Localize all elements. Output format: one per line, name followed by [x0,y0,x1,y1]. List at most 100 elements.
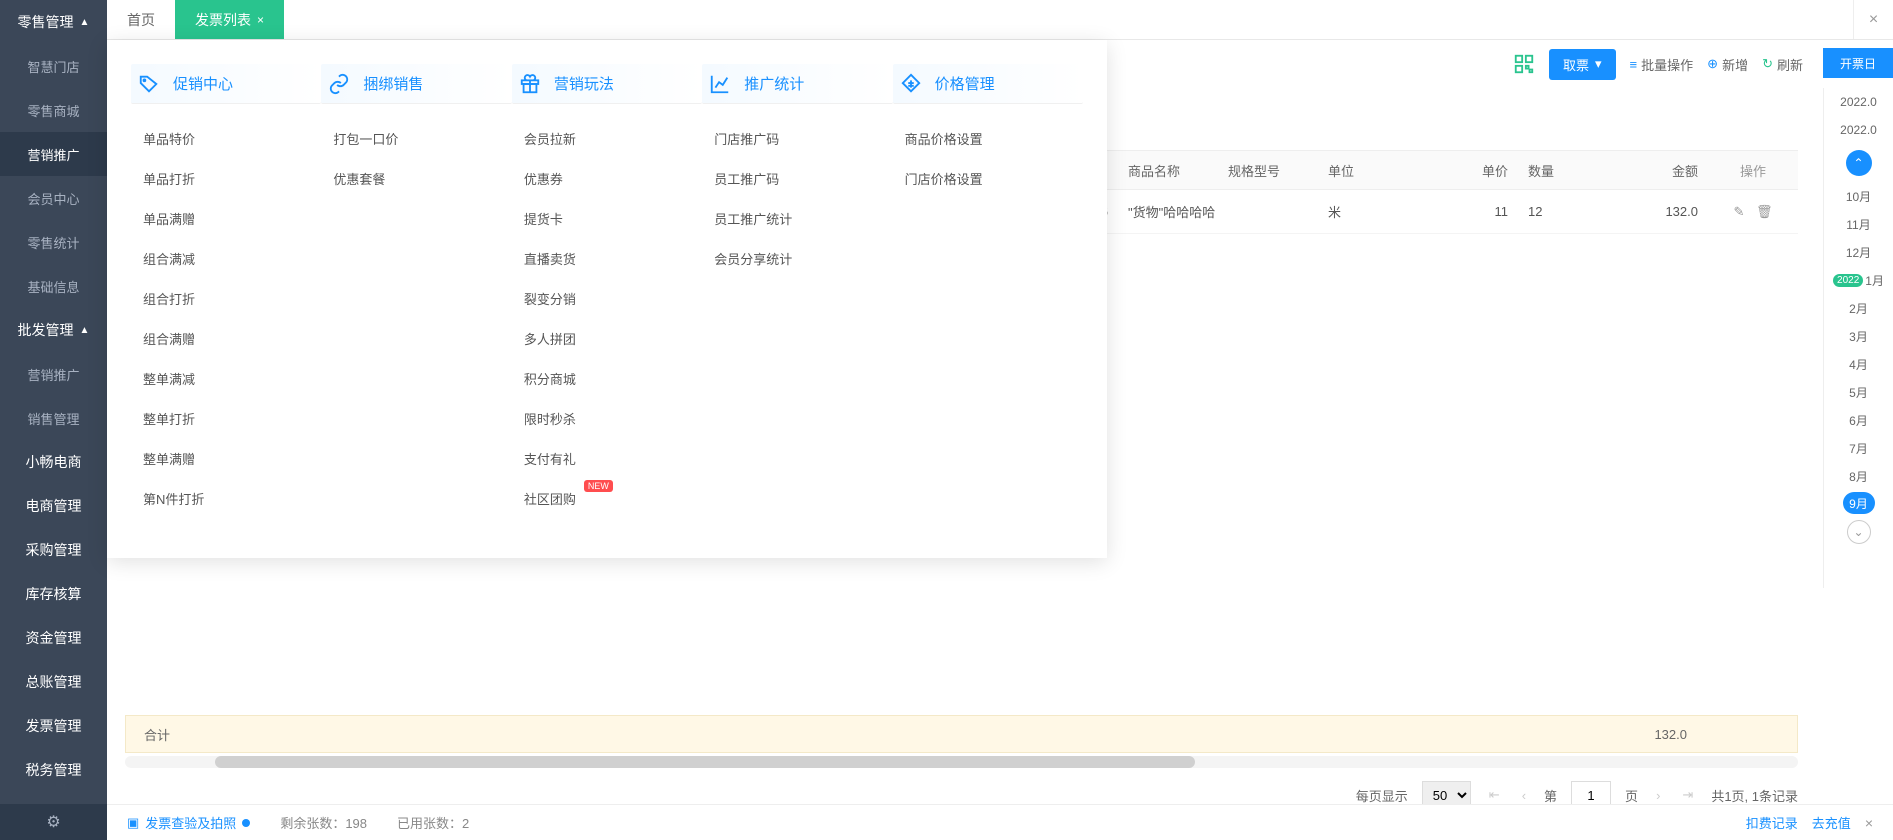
marketing-mega-menu: 促销中心 单品特价 单品打折 单品满赠 组合满减 组合打折 组合满赠 整单满减 … [107,40,1107,558]
mega-item[interactable]: 组合满减 [131,238,321,278]
fetch-invoice-button[interactable]: 取票▾ [1549,49,1616,80]
timeline-month[interactable]: 2月 [1824,294,1893,322]
sidebar-group-ecommerce-xc[interactable]: 小畅电商 [0,440,107,484]
mega-item[interactable]: 会员拉新 [512,118,702,158]
mega-item[interactable]: 第N件打折 [131,478,321,518]
timeline-month[interactable]: 3月 [1824,322,1893,350]
cell-amount: 132.0 [1618,204,1708,219]
tab-home[interactable]: 首页 [107,0,175,39]
close-all-tabs[interactable]: × [1853,0,1893,39]
caret-up-icon: ▲ [80,325,90,336]
scroll-down-icon[interactable]: ⌄ [1847,520,1871,544]
mega-item[interactable]: 组合打折 [131,278,321,318]
cell-price: 11 [1408,204,1518,219]
sidebar-item-retail-stats[interactable]: 零售统计 [0,220,107,264]
mega-item[interactable]: 整单打折 [131,398,321,438]
mega-item[interactable]: 社区团购NEW [512,478,702,518]
sidebar-group-invoice[interactable]: 发票管理 [0,704,107,748]
sidebar-group-wholesale[interactable]: 批发管理▲ [0,308,107,352]
close-icon[interactable]: × [257,13,264,27]
sidebar-item-marketing[interactable]: 营销推广 [0,132,107,176]
sidebar-group-ledger[interactable]: 总账管理 [0,660,107,704]
sidebar-group-funds[interactable]: 资金管理 [0,616,107,660]
last-page-icon[interactable]: ⇥ [1678,787,1697,803]
col-spec: 规格型号 [1218,161,1318,180]
sidebar-item-sales-mgmt[interactable]: 销售管理 [0,396,107,440]
mega-col-play: 营销玩法 会员拉新 优惠券 提货卡 直播卖货 裂变分销 多人拼团 积分商城 限时… [512,64,702,518]
sidebar-item-member-center[interactable]: 会员中心 [0,176,107,220]
sidebar-group-purchase[interactable]: 采购管理 [0,528,107,572]
gear-icon: ⚙ [46,812,60,832]
scrollbar-thumb[interactable] [215,756,1195,768]
timeline-month[interactable]: 6月 [1824,406,1893,434]
sidebar-item-basic-info[interactable]: 基础信息 [0,264,107,308]
batch-ops-button[interactable]: ≡批量操作 [1630,55,1694,74]
mega-item[interactable]: 门店推广码 [702,118,892,158]
mega-item[interactable]: 打包一口价 [321,118,511,158]
new-button[interactable]: ⊕新增 [1707,55,1748,74]
mega-item[interactable]: 单品特价 [131,118,321,158]
mega-item[interactable]: 直播卖货 [512,238,702,278]
delete-icon[interactable]: 🗑 [1756,204,1773,219]
mega-item[interactable]: 会员分享统计 [702,238,892,278]
mega-item[interactable]: 限时秒杀 [512,398,702,438]
refresh-button[interactable]: ↻刷新 [1762,55,1803,74]
mega-item[interactable]: 优惠套餐 [321,158,511,198]
sidebar-group-tax[interactable]: 税务管理 [0,748,107,792]
timeline-item[interactable]: 2022.0 [1824,116,1893,144]
mega-item[interactable]: 员工推广码 [702,158,892,198]
timeline-month[interactable]: 12月 [1824,238,1893,266]
caret-up-icon: ▲ [80,17,90,28]
timeline-month[interactable]: 7月 [1824,434,1893,462]
sidebar-group-retail[interactable]: 零售管理▲ [0,0,107,44]
timeline-month[interactable]: 10月 [1824,182,1893,210]
sidebar-item-wholesale-marketing[interactable]: 营销推广 [0,352,107,396]
timeline-month-active[interactable]: 9月 [1843,492,1875,514]
sidebar-settings[interactable]: ⚙ [0,804,107,840]
mega-item[interactable]: 门店价格设置 [893,158,1083,198]
horizontal-scrollbar[interactable] [125,756,1798,768]
timeline-year-month[interactable]: 20221月 [1824,266,1893,294]
mega-item[interactable]: 商品价格设置 [893,118,1083,158]
timeline-item[interactable]: 2022.0 [1824,88,1893,116]
new-badge: NEW [584,480,613,492]
mega-item[interactable]: 单品满赠 [131,198,321,238]
timeline-month[interactable]: 8月 [1824,462,1893,490]
mega-item[interactable]: 优惠券 [512,158,702,198]
prev-page-icon[interactable]: ‹ [1518,788,1530,803]
first-page-icon[interactable]: ⇤ [1485,787,1504,803]
scroll-up-icon[interactable]: ⌃ [1846,150,1872,176]
timeline-month[interactable]: 11月 [1824,210,1893,238]
edit-icon[interactable]: ✎ [1733,204,1744,219]
deduction-log-link[interactable]: 扣费记录 [1746,813,1798,832]
mega-item[interactable]: 积分商城 [512,358,702,398]
sidebar-item-smart-store[interactable]: 智慧门店 [0,44,107,88]
total-label: 合计 [126,725,170,744]
invoice-check-link[interactable]: ▣ 发票查验及拍照 [127,813,250,832]
recharge-link[interactable]: 去充值 [1812,813,1851,832]
mega-item[interactable]: 多人拼团 [512,318,702,358]
close-bottom-icon[interactable]: × [1865,815,1873,831]
sidebar-group-inventory[interactable]: 库存核算 [0,572,107,616]
bottom-bar: ▣ 发票查验及拍照 剩余张数：198 已用张数：2 扣费记录 去充值 × [107,804,1893,840]
mega-item[interactable]: 裂变分销 [512,278,702,318]
mega-item[interactable]: 员工推广统计 [702,198,892,238]
mega-item[interactable]: 组合满赠 [131,318,321,358]
used-count: 已用张数：2 [397,813,469,832]
mega-item[interactable]: 整单满减 [131,358,321,398]
mega-item[interactable]: 整单满赠 [131,438,321,478]
mega-item[interactable]: 提货卡 [512,198,702,238]
next-page-icon[interactable]: › [1652,788,1664,803]
page-summary: 共1页, 1条记录 [1711,786,1798,805]
sidebar-item-retail-mall[interactable]: 零售商城 [0,88,107,132]
tab-invoice-list[interactable]: 发票列表× [175,0,284,39]
mega-item[interactable]: 单品打折 [131,158,321,198]
timeline-month[interactable]: 5月 [1824,378,1893,406]
qr-scan-icon[interactable] [1513,53,1535,75]
timeline-month[interactable]: 4月 [1824,350,1893,378]
mega-item[interactable]: 支付有礼 [512,438,702,478]
page-suffix: 页 [1625,786,1638,805]
sidebar-group-ecommerce-mgmt[interactable]: 电商管理 [0,484,107,528]
open-date-button[interactable]: 开票日 [1823,48,1893,78]
total-bar: 合计 132.0 [125,715,1798,753]
